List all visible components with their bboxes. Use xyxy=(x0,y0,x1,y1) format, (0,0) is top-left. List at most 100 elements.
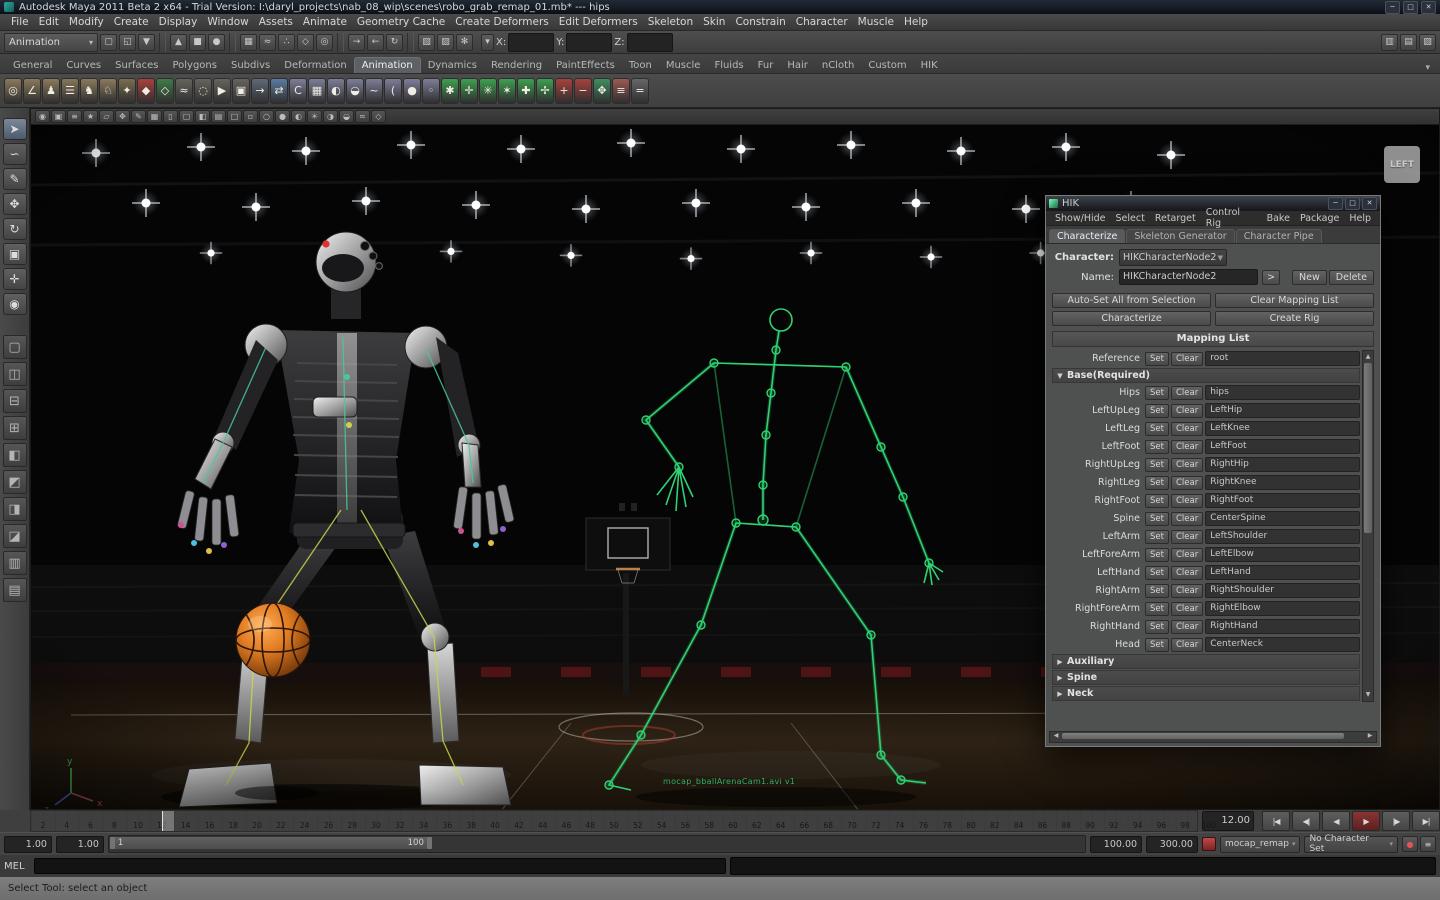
snap-to-point-icon[interactable]: ∴ xyxy=(278,33,295,51)
shelf-motion-trail-icon[interactable]: ≈ xyxy=(175,77,193,104)
section-header-spine[interactable]: ▶ Spine xyxy=(1052,670,1360,685)
input-connections-icon[interactable]: → xyxy=(348,33,365,51)
shelf-wire-tool-icon[interactable]: ~ xyxy=(365,77,383,104)
mapping-value-field[interactable]: CenterNeck xyxy=(1205,637,1360,652)
use-all-lights-icon[interactable]: ☀ xyxy=(307,110,322,123)
select-camera-icon[interactable]: ◉ xyxy=(35,110,50,123)
shelf-lattice-icon[interactable]: ▦ xyxy=(308,77,326,104)
image-plane-icon[interactable]: ▱ xyxy=(99,110,114,123)
go-to-end-button[interactable]: ▶| xyxy=(1412,811,1440,831)
set-button[interactable]: Set xyxy=(1145,565,1169,580)
step-back-frame-button[interactable]: ◀| xyxy=(1292,811,1320,831)
mapping-value-field[interactable]: LeftElbow xyxy=(1205,547,1360,562)
menu-edit[interactable]: Edit xyxy=(34,16,64,28)
set-button[interactable]: Set xyxy=(1145,637,1169,652)
shelf-tab-general[interactable]: General xyxy=(6,58,59,73)
clear-button[interactable]: Clear xyxy=(1170,529,1204,544)
set-button[interactable]: Set xyxy=(1145,493,1169,508)
playback-start-field[interactable]: 1.00 xyxy=(55,835,104,853)
clear-button[interactable]: Clear xyxy=(1170,457,1204,472)
coord-input[interactable] xyxy=(626,32,673,52)
lock-camera-icon[interactable]: ▣ xyxy=(51,110,66,123)
open-scene-icon[interactable]: ◱ xyxy=(119,33,136,51)
film-gate-icon[interactable]: ▯ xyxy=(163,110,178,123)
shelf-tab-painteffects[interactable]: PaintEffects xyxy=(549,58,622,73)
clear-button[interactable]: Clear xyxy=(1170,547,1204,562)
pan-zoom-icon[interactable]: ✥ xyxy=(115,110,130,123)
rotate-tool-icon[interactable]: ↻ xyxy=(2,218,27,240)
clear-mapping-list-button[interactable]: Clear Mapping List xyxy=(1215,293,1374,308)
set-button[interactable]: Set xyxy=(1145,439,1169,454)
playback-end-field[interactable]: 100.00 xyxy=(1090,835,1143,853)
hik-menu-show-hide[interactable]: Show/Hide xyxy=(1050,213,1111,224)
shelf-joint-tool-icon[interactable]: ◎ xyxy=(4,77,22,104)
menu-create[interactable]: Create xyxy=(109,16,154,28)
mapping-value-field[interactable]: LeftShoulder xyxy=(1205,529,1360,544)
camera-attributes-icon[interactable]: ≡ xyxy=(67,110,82,123)
menu-character[interactable]: Character xyxy=(791,16,853,28)
shaded-mode-icon[interactable]: ● xyxy=(275,110,290,123)
safe-action-icon[interactable]: □ xyxy=(227,110,242,123)
shelf-walk-cycle-icon[interactable]: ♞ xyxy=(80,77,98,104)
clear-button[interactable]: Clear xyxy=(1170,565,1204,580)
set-button[interactable]: Set xyxy=(1145,385,1169,400)
bookmarks-icon[interactable]: ★ xyxy=(83,110,98,123)
new-character-button[interactable]: New xyxy=(1292,269,1327,285)
set-button[interactable]: Set xyxy=(1145,547,1169,562)
clear-button[interactable]: Clear xyxy=(1170,421,1204,436)
hik-minimize-button[interactable]: ─ xyxy=(1328,197,1343,210)
create-rig-button[interactable]: Create Rig xyxy=(1215,311,1374,326)
mapping-value-field[interactable]: hips xyxy=(1205,385,1360,400)
coord-input[interactable] xyxy=(508,32,555,52)
shadows-icon[interactable]: ◑ xyxy=(323,110,338,123)
shelf-tab-hik[interactable]: HIK xyxy=(914,58,945,73)
vertical-scrollbar[interactable]: ▲ ▼ xyxy=(1362,350,1374,702)
shelf-pole-vector-icon[interactable]: ✢ xyxy=(536,77,554,104)
scrollbar-thumb[interactable] xyxy=(1062,733,1344,739)
snap-to-grid-icon[interactable]: ▦ xyxy=(240,33,257,51)
mapping-value-field[interactable]: RightHand xyxy=(1205,619,1360,634)
shelf-hik-character-icon[interactable]: ✥ xyxy=(593,77,611,104)
shelf-point-constraint-icon[interactable]: ✱ xyxy=(441,77,459,104)
menu-window[interactable]: Window xyxy=(202,16,253,28)
shelf-tab-fluids[interactable]: Fluids xyxy=(707,58,750,73)
output-connections-icon[interactable]: ← xyxy=(367,33,384,51)
menu-animate[interactable]: Animate xyxy=(298,16,352,28)
universal-manip-tool-icon[interactable]: ✛ xyxy=(2,268,27,290)
shelf-tab-subdivs[interactable]: Subdivs xyxy=(224,58,277,73)
range-start-handle[interactable] xyxy=(109,837,115,849)
current-frame-marker[interactable] xyxy=(161,811,174,831)
hik-tab-character-pipe[interactable]: Character Pipe xyxy=(1235,229,1322,243)
clear-button[interactable]: Clear xyxy=(1170,493,1204,508)
soft-mod-tool-icon[interactable]: ◉ xyxy=(2,293,27,315)
textured-mode-icon[interactable]: ◐ xyxy=(291,110,306,123)
clear-button[interactable]: Clear xyxy=(1170,351,1204,366)
shelf-character-icon[interactable]: ♟ xyxy=(42,77,60,104)
mapping-value-field[interactable]: RightShoulder xyxy=(1205,583,1360,598)
paint-select-tool-icon[interactable]: ✎ xyxy=(2,168,27,190)
menu-display[interactable]: Display xyxy=(154,16,203,28)
mapping-value-field[interactable]: LeftKnee xyxy=(1205,421,1360,436)
shelf-expression-icon[interactable]: = xyxy=(631,77,649,104)
mapping-value-field[interactable]: RightHip xyxy=(1205,457,1360,472)
shelf-tab-ncloth[interactable]: nCloth xyxy=(815,58,861,73)
hik-menu-control-rig[interactable]: Control Rig xyxy=(1201,207,1262,229)
menu-edit-deformers[interactable]: Edit Deformers xyxy=(554,16,643,28)
set-button[interactable]: Set xyxy=(1145,619,1169,634)
hik-menu-package[interactable]: Package xyxy=(1295,213,1344,224)
section-header-neck[interactable]: ▶ Neck xyxy=(1052,686,1360,701)
shelf-sculpt-deformer-icon[interactable]: ● xyxy=(403,77,421,104)
hik-close-button[interactable]: ✕ xyxy=(1362,197,1377,210)
lasso-tool-icon[interactable]: ∽ xyxy=(2,143,27,165)
hik-window[interactable]: HIK ─ □ ✕ Show/Hide Select Retarget Control R… xyxy=(1045,195,1381,747)
make-live-icon[interactable]: ◎ xyxy=(316,33,333,51)
clear-button[interactable]: Clear xyxy=(1170,619,1204,634)
clear-button[interactable]: Clear xyxy=(1170,385,1204,400)
select-tool-icon[interactable]: ➤ xyxy=(2,118,27,140)
shelf-scale-constraint-icon[interactable]: ✶ xyxy=(498,77,516,104)
mapping-value-field[interactable]: LeftHip xyxy=(1205,403,1360,418)
shelf-skeleton-icon[interactable]: ☰ xyxy=(61,77,79,104)
selection-field-mode-icon[interactable]: ▾ xyxy=(481,33,494,51)
gate-mask-icon[interactable]: ◧ xyxy=(195,110,210,123)
wireframe-mode-icon[interactable]: ○ xyxy=(259,110,274,123)
